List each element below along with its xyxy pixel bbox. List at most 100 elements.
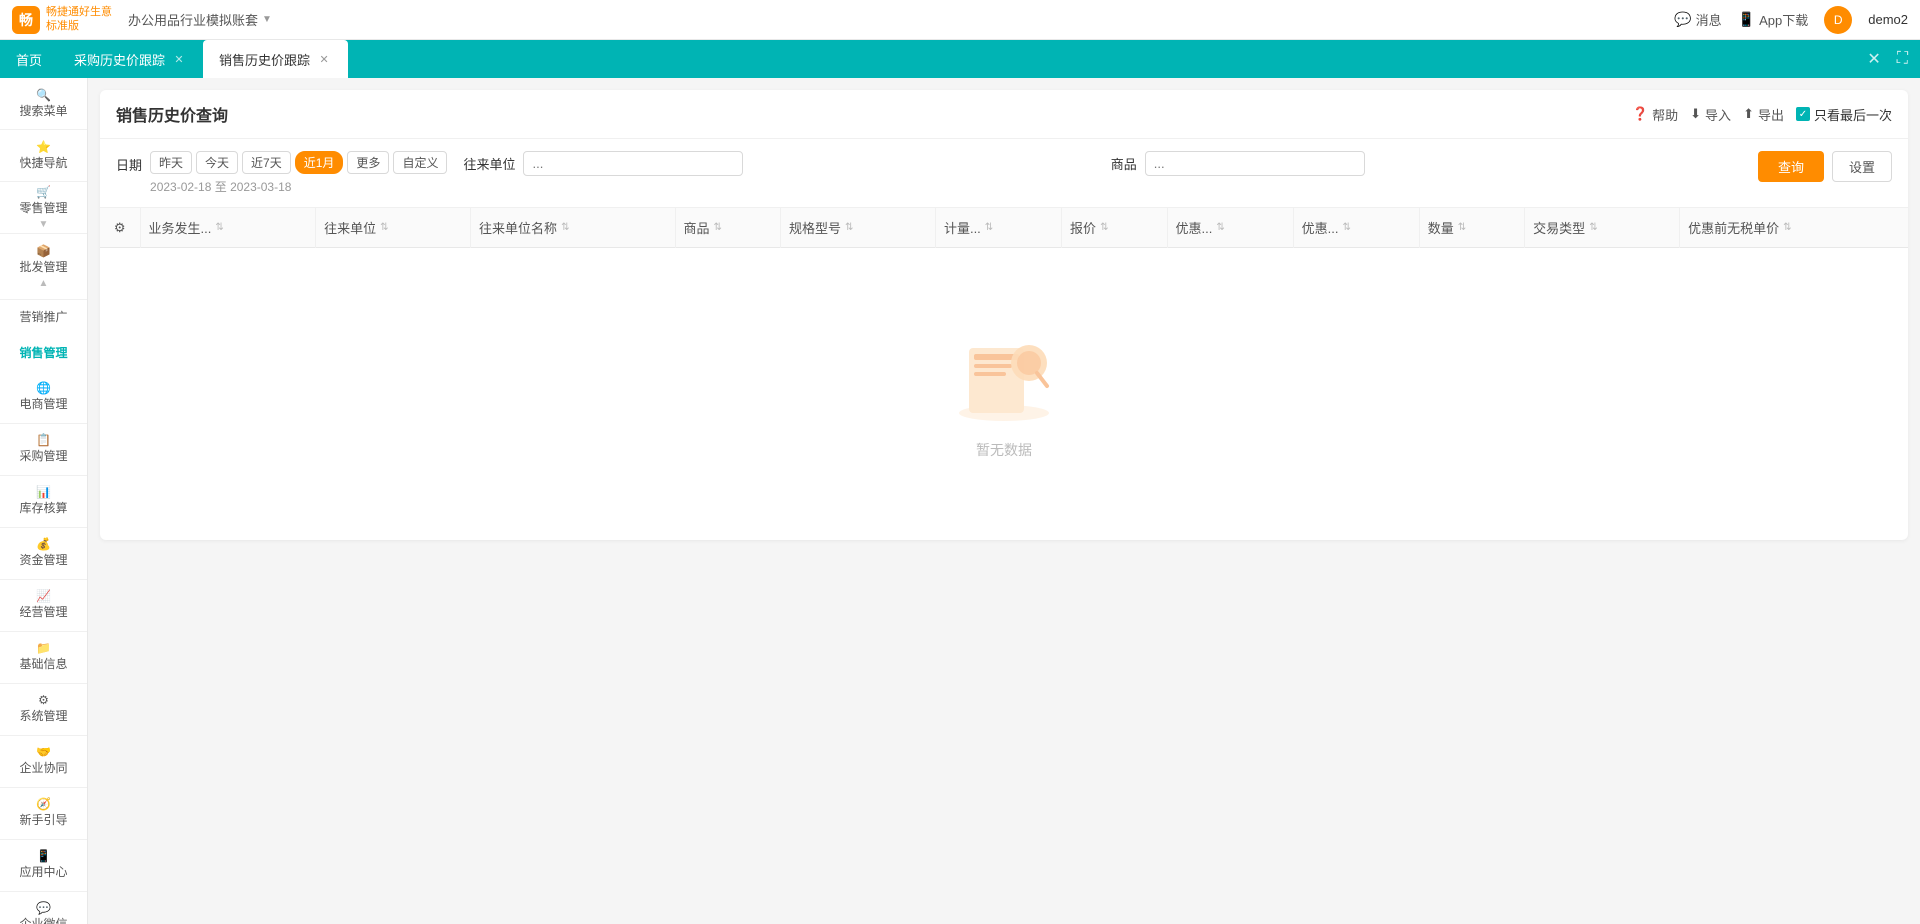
- sidebar-item-guide[interactable]: 🧭 新手引导: [0, 788, 87, 840]
- sidebar-item-quick-nav[interactable]: ⭐ 快捷导航: [0, 130, 87, 182]
- logo-area: 畅 畅捷通好生意 标准版: [12, 6, 112, 34]
- empty-text: 暂无数据: [976, 440, 1032, 460]
- th-goods[interactable]: 商品 ⇅: [675, 208, 780, 248]
- chevron-up-wholesale-icon: ▲: [39, 278, 49, 289]
- page-title: 销售历史价查询: [116, 102, 228, 126]
- sidebar-item-inventory[interactable]: 📊 库存核算: [0, 476, 87, 528]
- enterprise-icon: 🤝: [36, 745, 51, 759]
- app-selector[interactable]: 办公用品行业模拟账套 ▼: [120, 6, 280, 33]
- date-buttons: 昨天 今天 近7天 近1月 更多 自定义: [150, 151, 447, 174]
- th-quote[interactable]: 报价 ⇅: [1062, 208, 1167, 248]
- page-content: 销售历史价查询 帮助 导入 导出: [88, 78, 1920, 924]
- only-last-checkbox-label[interactable]: ✓ 只看最后一次: [1796, 105, 1892, 124]
- only-last-checkbox[interactable]: ✓: [1796, 107, 1810, 121]
- goods-input[interactable]: [1145, 151, 1365, 176]
- sidebar-item-wholesale[interactable]: 📦 批发管理 ▲: [0, 234, 87, 300]
- ecommerce-icon: 🌐: [36, 381, 51, 395]
- username[interactable]: demo2: [1868, 12, 1908, 27]
- app-download-action[interactable]: App下载: [1738, 10, 1809, 29]
- sidebar-item-finance[interactable]: 💰 资金管理: [0, 528, 87, 580]
- tab-sales-history-close[interactable]: ✕: [316, 51, 332, 67]
- sort-goods-icon: ⇅: [714, 222, 722, 233]
- sidebar-item-system[interactable]: ⚙ 系统管理: [0, 684, 87, 736]
- import-action[interactable]: 导入: [1690, 105, 1731, 124]
- th-discount1[interactable]: 优惠... ⇅: [1167, 208, 1293, 248]
- date-btn-more[interactable]: 更多: [347, 151, 389, 174]
- th-transaction-type[interactable]: 交易类型 ⇅: [1525, 208, 1680, 248]
- sidebar-item-basics[interactable]: 📁 基础信息: [0, 632, 87, 684]
- sort-quantity-icon: ⇅: [1458, 222, 1466, 233]
- th-incoming-unit[interactable]: 往来单位 ⇅: [316, 208, 471, 248]
- date-btn-yesterday[interactable]: 昨天: [150, 151, 192, 174]
- sort-pretax-price-icon: ⇅: [1783, 222, 1791, 233]
- incoming-unit-input[interactable]: [523, 151, 743, 176]
- tab-purchase-history-close[interactable]: ✕: [171, 51, 187, 67]
- sidebar-sub-marketing-label: 营销推广: [19, 310, 67, 326]
- sidebar-item-enterprise[interactable]: 🤝 企业协同: [0, 736, 87, 788]
- sidebar-item-system-label: 系统管理: [19, 709, 67, 725]
- sidebar-item-retail[interactable]: 🛒 零售管理 ▼: [0, 182, 87, 234]
- data-table: ⚙ 业务发生... ⇅ 往来单: [100, 208, 1908, 248]
- sort-quote-icon: ⇅: [1100, 222, 1108, 233]
- tab-sales-history[interactable]: 销售历史价跟踪 ✕: [203, 40, 348, 78]
- sidebar-item-operations[interactable]: 📈 经营管理: [0, 580, 87, 632]
- avatar[interactable]: D: [1824, 6, 1852, 34]
- sidebar-item-enterprise-label: 企业协同: [19, 761, 67, 777]
- help-action[interactable]: 帮助: [1632, 105, 1678, 124]
- settings-button[interactable]: 设置: [1832, 151, 1892, 182]
- sort-spec-icon: ⇅: [845, 222, 853, 233]
- th-unit[interactable]: 计量... ⇅: [935, 208, 1061, 248]
- import-label: 导入: [1705, 105, 1731, 124]
- sidebar-section-wholesale: 📦 批发管理 ▲ 营销推广 销售管理: [0, 234, 87, 372]
- inventory-icon: 📊: [36, 485, 51, 499]
- sort-business-date-icon: ⇅: [215, 222, 223, 233]
- sidebar-item-ecommerce-label: 电商管理: [19, 397, 67, 413]
- wholesale-icon: 📦: [36, 244, 51, 258]
- retail-icon: 🛒: [36, 185, 51, 199]
- sidebar-item-search-label: 搜索菜单: [19, 104, 67, 120]
- th-business-date[interactable]: 业务发生... ⇅: [140, 208, 316, 248]
- sort-discount1-icon: ⇅: [1216, 222, 1224, 233]
- logo-icon: 畅: [12, 6, 40, 34]
- query-button[interactable]: 查询: [1758, 151, 1824, 182]
- th-pretax-price[interactable]: 优惠前无税单价 ⇅: [1680, 208, 1908, 248]
- tab-home[interactable]: 首页: [0, 40, 58, 78]
- sidebar-sub-item-marketing[interactable]: 营销推广: [0, 300, 87, 336]
- close-window-button[interactable]: ✕: [1863, 45, 1884, 73]
- sidebar-item-retail-label: 零售管理: [19, 201, 67, 217]
- date-btn-custom[interactable]: 自定义: [393, 151, 447, 174]
- sidebar-item-app-center[interactable]: 📱 应用中心: [0, 840, 87, 892]
- app-selector-label: 办公用品行业模拟账套: [128, 10, 258, 29]
- message-label: 消息: [1696, 10, 1722, 29]
- sidebar-item-search[interactable]: 🔍 搜索菜单: [0, 78, 87, 130]
- date-filter-group: 日期 昨天 今天 近7天 近1月 更多 自定义 2023-02-18 至 202…: [116, 151, 447, 195]
- th-incoming-unit-name[interactable]: 往来单位名称 ⇅: [471, 208, 675, 248]
- tab-purchase-history-label: 采购历史价跟踪: [74, 50, 165, 69]
- incoming-unit-label: 往来单位: [463, 154, 515, 173]
- export-action[interactable]: 导出: [1743, 105, 1784, 124]
- sidebar-item-purchase[interactable]: 📋 采购管理: [0, 424, 87, 476]
- sidebar-sub-item-sales-mgmt[interactable]: 销售管理: [0, 336, 87, 372]
- sort-discount2-icon: ⇅: [1342, 222, 1350, 233]
- date-btn-1month[interactable]: 近1月: [295, 151, 344, 174]
- th-spec[interactable]: 规格型号 ⇅: [780, 208, 935, 248]
- content-area: 销售历史价查询 帮助 导入 导出: [88, 78, 1920, 924]
- tab-bar-right: ✕ ⛶: [1863, 45, 1920, 73]
- message-action[interactable]: 消息: [1674, 10, 1721, 29]
- tab-purchase-history[interactable]: 采购历史价跟踪 ✕: [58, 40, 203, 78]
- sidebar-item-wechat-label: 企业微信: [19, 917, 67, 924]
- sidebar-item-wechat[interactable]: 💬 企业微信: [0, 892, 87, 924]
- th-discount2[interactable]: 优惠... ⇅: [1293, 208, 1419, 248]
- export-label: 导出: [1758, 105, 1784, 124]
- empty-illustration: [944, 328, 1064, 428]
- sidebar-item-ecommerce[interactable]: 🌐 电商管理: [0, 372, 87, 424]
- maximize-window-button[interactable]: ⛶: [1893, 46, 1912, 72]
- th-quantity[interactable]: 数量 ⇅: [1419, 208, 1524, 248]
- empty-state: 暂无数据: [100, 248, 1908, 540]
- header-right: 消息 App下载 D demo2: [1674, 6, 1908, 34]
- date-btn-today[interactable]: 今天: [196, 151, 238, 174]
- th-settings[interactable]: ⚙: [100, 208, 140, 248]
- sidebar-item-operations-label: 经营管理: [19, 605, 67, 621]
- sidebar-item-app-center-label: 应用中心: [19, 865, 67, 881]
- date-btn-7days[interactable]: 近7天: [242, 151, 291, 174]
